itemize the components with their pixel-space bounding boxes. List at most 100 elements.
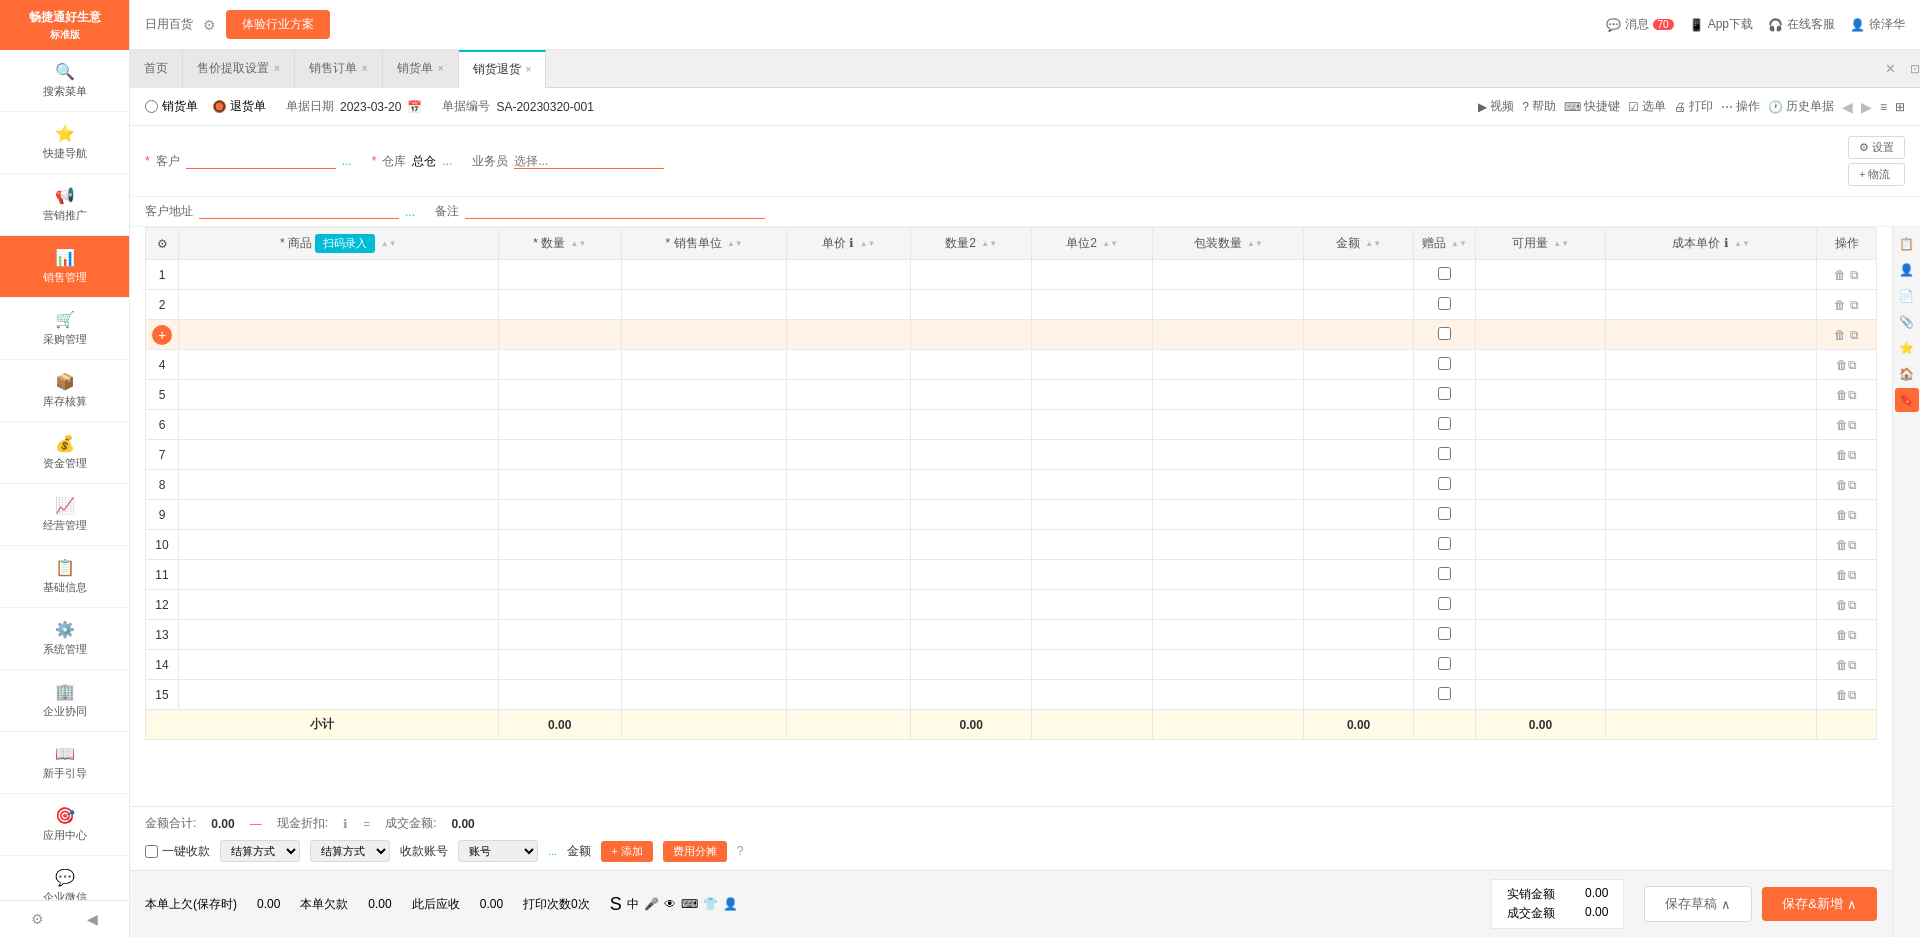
calendar-icon[interactable]: 📅 xyxy=(407,100,422,114)
product-cell[interactable] xyxy=(179,590,499,620)
available-cell[interactable] xyxy=(1475,380,1605,410)
tab-sales-order[interactable]: 销售订单 × xyxy=(295,50,383,88)
close-sales-order-icon[interactable]: × xyxy=(362,63,368,74)
gift-checkbox[interactable] xyxy=(1438,357,1451,370)
quantity-cell[interactable] xyxy=(498,590,621,620)
remark-input[interactable] xyxy=(465,204,765,219)
right-sidebar-btn-2[interactable]: 👤 xyxy=(1895,258,1919,282)
gift-checkbox[interactable] xyxy=(1438,597,1451,610)
gift-checkbox[interactable] xyxy=(1438,567,1451,580)
delete-row-icon[interactable]: 🗑 xyxy=(1834,268,1846,282)
settings-btn[interactable]: ⚙ 设置 xyxy=(1848,136,1905,159)
quantity-cell[interactable] xyxy=(498,530,621,560)
sales-unit-cell[interactable] xyxy=(621,440,786,470)
cost-price-cell[interactable] xyxy=(1606,500,1817,530)
package-qty-cell[interactable] xyxy=(1153,260,1304,290)
sort-product-icon[interactable]: ▲▼ xyxy=(381,240,397,248)
cost-price-cell[interactable] xyxy=(1606,380,1817,410)
product-cell[interactable] xyxy=(179,440,499,470)
product-cell[interactable] xyxy=(179,530,499,560)
gift-checkbox[interactable] xyxy=(1438,507,1451,520)
payment-method-select[interactable]: 结算方式 xyxy=(220,840,300,862)
amount-cell[interactable] xyxy=(1304,260,1413,290)
sales-unit-cell[interactable] xyxy=(621,530,786,560)
cost-price-cell[interactable] xyxy=(1606,620,1817,650)
gift-checkbox[interactable] xyxy=(1438,297,1451,310)
package-qty-cell[interactable] xyxy=(1153,470,1304,500)
sales-unit-cell[interactable] xyxy=(621,290,786,320)
gift-checkbox[interactable] xyxy=(1438,477,1451,490)
copy-row-icon[interactable]: ⧉ xyxy=(1848,418,1857,432)
unit2-cell[interactable] xyxy=(1032,560,1153,590)
sort-cost-price-icon[interactable]: ▲▼ xyxy=(1734,240,1750,248)
th-settings[interactable]: ⚙ xyxy=(146,228,179,260)
sales-unit-cell[interactable] xyxy=(621,560,786,590)
product-cell[interactable] xyxy=(179,650,499,680)
gift-cell[interactable] xyxy=(1413,380,1475,410)
gift-cell[interactable] xyxy=(1413,290,1475,320)
experience-button[interactable]: 体验行业方案 xyxy=(226,10,330,39)
delete-row-icon[interactable]: 🗑 xyxy=(1836,358,1848,372)
video-btn[interactable]: ▶ 视频 xyxy=(1478,98,1514,115)
operate-btn[interactable]: ⋯ 操作 xyxy=(1721,98,1760,115)
product-cell-active[interactable] xyxy=(179,320,499,350)
unit-price-cell[interactable] xyxy=(787,530,911,560)
package-qty-cell[interactable] xyxy=(1153,410,1304,440)
package-qty-cell[interactable] xyxy=(1153,320,1304,350)
right-sidebar-btn-4[interactable]: 📎 xyxy=(1895,310,1919,334)
cost-price-cell[interactable] xyxy=(1606,560,1817,590)
product-cell[interactable] xyxy=(179,620,499,650)
unit-price-cell[interactable] xyxy=(787,290,911,320)
add-btn[interactable]: + 添加 xyxy=(601,841,652,862)
quantity2-cell[interactable] xyxy=(911,260,1032,290)
view-list-icon[interactable]: ≡ xyxy=(1880,100,1887,114)
prev-record-icon[interactable]: ◀ xyxy=(1842,99,1853,115)
tab-sales-return[interactable]: 销货退货 × xyxy=(459,50,547,88)
package-qty-cell[interactable] xyxy=(1153,440,1304,470)
delete-row-icon[interactable]: 🗑 xyxy=(1836,448,1848,462)
sidebar-item-apps[interactable]: 🎯 应用中心 xyxy=(0,794,129,856)
right-sidebar-btn-1[interactable]: 📋 xyxy=(1895,232,1919,256)
unit-price-cell[interactable] xyxy=(787,260,911,290)
cost-price-cell[interactable] xyxy=(1606,650,1817,680)
settings-footer-icon[interactable]: ⚙ xyxy=(31,911,44,927)
gift-cell[interactable] xyxy=(1413,410,1475,440)
copy-row-icon[interactable]: ⧉ xyxy=(1848,358,1857,372)
unit2-cell[interactable] xyxy=(1032,350,1153,380)
amount-cell[interactable] xyxy=(1304,380,1413,410)
add-row-btn[interactable]: + xyxy=(152,325,172,345)
unit2-cell[interactable] xyxy=(1032,530,1153,560)
app-download-item[interactable]: 📱 App下载 xyxy=(1689,16,1753,33)
quantity2-cell[interactable] xyxy=(911,470,1032,500)
available-cell[interactable] xyxy=(1475,320,1605,350)
quantity-cell[interactable] xyxy=(498,320,621,350)
unit-price-cell[interactable] xyxy=(787,680,911,710)
select-btn[interactable]: ☑ 选单 xyxy=(1628,98,1666,115)
right-sidebar-btn-3[interactable]: 📄 xyxy=(1895,284,1919,308)
history-btn[interactable]: 🕐 历史单据 xyxy=(1768,98,1834,115)
sidebar-item-finance[interactable]: 💰 资金管理 xyxy=(0,422,129,484)
sort-quantity2-icon[interactable]: ▲▼ xyxy=(981,240,997,248)
sidebar-item-purchase[interactable]: 🛒 采购管理 xyxy=(0,298,129,360)
package-qty-cell[interactable] xyxy=(1153,560,1304,590)
save-draft-button[interactable]: 保存草稿 ∧ xyxy=(1644,886,1752,922)
gift-checkbox[interactable] xyxy=(1438,687,1451,700)
unit-price-cell[interactable] xyxy=(787,620,911,650)
package-qty-cell[interactable] xyxy=(1153,680,1304,710)
quantity2-cell[interactable] xyxy=(911,350,1032,380)
product-cell[interactable] xyxy=(179,560,499,590)
unit2-cell[interactable] xyxy=(1032,380,1153,410)
maximize-icon[interactable]: ⊡ xyxy=(1910,62,1920,76)
unit-price-cell[interactable] xyxy=(787,590,911,620)
view-grid-icon[interactable]: ⊞ xyxy=(1895,100,1905,114)
column-settings-icon[interactable]: ⚙ xyxy=(157,237,168,251)
gift-checkbox[interactable] xyxy=(1438,447,1451,460)
copy-row-icon[interactable]: ⧉ xyxy=(1848,508,1857,522)
copy-row-icon[interactable]: ⧉ xyxy=(1848,388,1857,402)
delete-row-icon[interactable]: 🗑 xyxy=(1836,418,1848,432)
amount-cell[interactable] xyxy=(1304,470,1413,500)
gift-cell[interactable] xyxy=(1413,680,1475,710)
amount-cell[interactable] xyxy=(1304,590,1413,620)
quantity2-cell[interactable] xyxy=(911,290,1032,320)
delete-row-icon[interactable]: 🗑 xyxy=(1836,628,1848,642)
